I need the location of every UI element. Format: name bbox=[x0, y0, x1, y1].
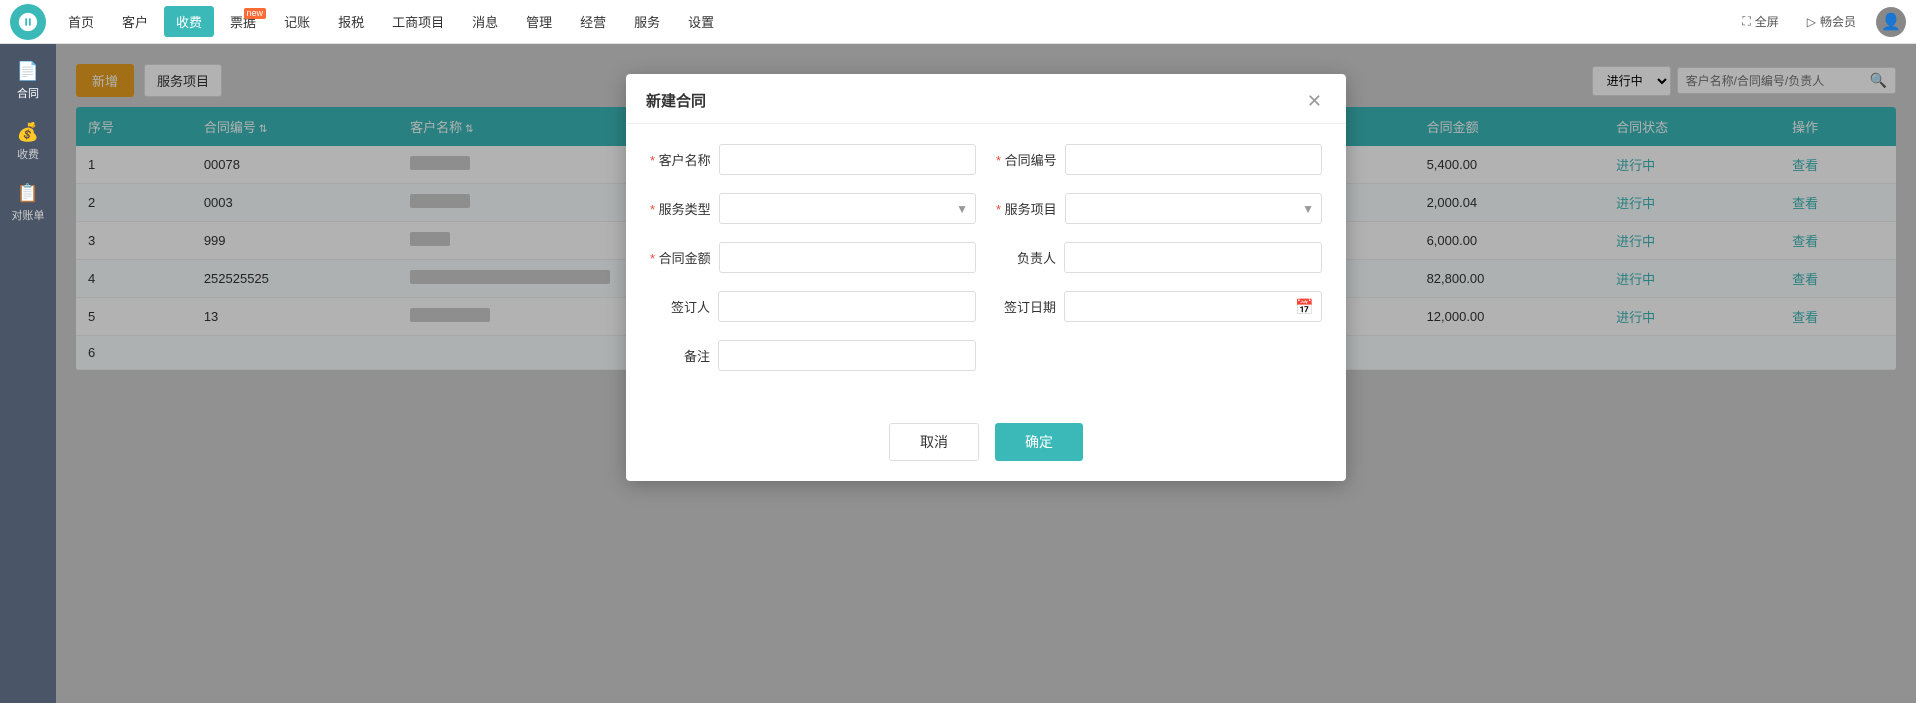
avatar[interactable]: 👤 bbox=[1876, 7, 1906, 37]
sidebar-item-billing[interactable]: 💰 收费 bbox=[2, 113, 54, 170]
vip-button[interactable]: ▷ 畅会员 bbox=[1799, 9, 1864, 34]
modal-header: 新建合同 ✕ bbox=[626, 74, 1346, 124]
field-service-type: 服务类型 ▼ bbox=[650, 193, 976, 224]
label-customer-name: 客户名称 bbox=[650, 150, 711, 169]
form-row-1: 客户名称 合同编号 bbox=[650, 144, 1322, 175]
app-logo[interactable] bbox=[10, 4, 46, 40]
select-service-type[interactable] bbox=[719, 193, 976, 224]
confirm-button[interactable]: 确定 bbox=[995, 423, 1083, 461]
field-customer-name: 客户名称 bbox=[650, 144, 976, 175]
nav-business[interactable]: 工商项目 bbox=[380, 6, 456, 37]
sidebar-item-contract[interactable]: 📄 合同 bbox=[2, 52, 54, 109]
label-sign-date: 签订日期 bbox=[996, 297, 1056, 316]
form-row-5: 备注 bbox=[650, 340, 1322, 371]
form-row-2: 服务类型 ▼ 服务项目 ▼ bbox=[650, 193, 1322, 224]
label-signer: 签订人 bbox=[650, 297, 710, 316]
input-responsible[interactable] bbox=[1064, 242, 1322, 273]
fullscreen-icon: ⛶ bbox=[1742, 14, 1750, 29]
modal-footer: 取消 确定 bbox=[626, 409, 1346, 481]
modal-close-button[interactable]: ✕ bbox=[1303, 92, 1326, 110]
nav-service[interactable]: 服务 bbox=[622, 6, 672, 37]
field-amount: 合同金额 0.00 bbox=[650, 242, 976, 273]
reconcile-icon: 📋 bbox=[17, 182, 39, 204]
modal-body: 客户名称 合同编号 服务类型 bbox=[626, 124, 1346, 409]
label-contract-no: 合同编号 bbox=[996, 150, 1057, 169]
new-badge: new bbox=[244, 8, 267, 19]
billing-icon: 💰 bbox=[17, 121, 39, 143]
nav-message[interactable]: 消息 bbox=[460, 6, 510, 37]
input-signer[interactable] bbox=[718, 291, 976, 322]
field-responsible: 负责人 bbox=[996, 242, 1322, 273]
sidebar: 📄 合同 💰 收费 📋 对账单 bbox=[0, 44, 56, 703]
label-service-type: 服务类型 bbox=[650, 199, 711, 218]
nav-customer[interactable]: 客户 bbox=[110, 6, 160, 37]
nav-account[interactable]: 记账 bbox=[272, 6, 322, 37]
nav-invoice[interactable]: 票据 new bbox=[218, 6, 268, 37]
date-input-wrapper: 2023-06-06 📅 bbox=[1064, 291, 1322, 322]
nav-right: ⛶ 全屏 ▷ 畅会员 👤 bbox=[1734, 7, 1906, 37]
input-contract-no[interactable] bbox=[1065, 144, 1322, 175]
input-customer-name[interactable] bbox=[719, 144, 976, 175]
modal-title: 新建合同 bbox=[646, 90, 706, 111]
nav-home[interactable]: 首页 bbox=[56, 6, 106, 37]
content-area: 新增 服务项目 进行中 已完成 已终止 🔍 bbox=[56, 44, 1916, 703]
nav-items: 首页 客户 收费 票据 new 记账 报税 工商项目 消息 管理 经营 服务 设… bbox=[56, 6, 1734, 37]
form-row-4: 签订人 签订日期 2023-06-06 📅 bbox=[650, 291, 1322, 322]
nav-operation[interactable]: 经营 bbox=[568, 6, 618, 37]
label-remark: 备注 bbox=[650, 346, 710, 365]
input-amount[interactable]: 0.00 bbox=[719, 242, 976, 273]
label-service-item: 服务项目 bbox=[996, 199, 1057, 218]
input-remark[interactable] bbox=[718, 340, 976, 371]
service-type-select-wrapper: ▼ bbox=[719, 193, 976, 224]
contract-icon: 📄 bbox=[17, 60, 39, 82]
nav-billing[interactable]: 收费 bbox=[164, 6, 214, 37]
nav-tax[interactable]: 报税 bbox=[326, 6, 376, 37]
nav-manage[interactable]: 管理 bbox=[514, 6, 564, 37]
fullscreen-button[interactable]: ⛶ 全屏 bbox=[1734, 9, 1786, 34]
label-amount: 合同金额 bbox=[650, 248, 711, 267]
form-row-3: 合同金额 0.00 负责人 bbox=[650, 242, 1322, 273]
top-nav: 首页 客户 收费 票据 new 记账 报税 工商项目 消息 管理 经营 服务 设… bbox=[0, 0, 1916, 44]
field-remark: 备注 bbox=[650, 340, 976, 371]
select-service-item[interactable] bbox=[1065, 193, 1322, 224]
label-responsible: 负责人 bbox=[996, 248, 1056, 267]
field-signer: 签订人 bbox=[650, 291, 976, 322]
input-sign-date[interactable]: 2023-06-06 bbox=[1064, 291, 1322, 322]
field-sign-date: 签订日期 2023-06-06 📅 bbox=[996, 291, 1322, 322]
field-contract-no: 合同编号 bbox=[996, 144, 1322, 175]
field-service-item: 服务项目 ▼ bbox=[996, 193, 1322, 224]
nav-settings[interactable]: 设置 bbox=[676, 6, 726, 37]
sidebar-item-reconcile[interactable]: 📋 对账单 bbox=[2, 174, 54, 231]
calendar-icon[interactable]: 📅 bbox=[1295, 298, 1314, 316]
main-wrapper: 📄 合同 💰 收费 📋 对账单 新增 服务项目 进行中 已完成 已终止 bbox=[0, 44, 1916, 703]
play-icon: ▷ bbox=[1807, 15, 1816, 29]
new-contract-modal: 新建合同 ✕ 客户名称 合同编号 bbox=[626, 74, 1346, 481]
modal-overlay: 新建合同 ✕ 客户名称 合同编号 bbox=[56, 44, 1916, 703]
cancel-button[interactable]: 取消 bbox=[889, 423, 979, 461]
service-item-select-wrapper: ▼ bbox=[1065, 193, 1322, 224]
